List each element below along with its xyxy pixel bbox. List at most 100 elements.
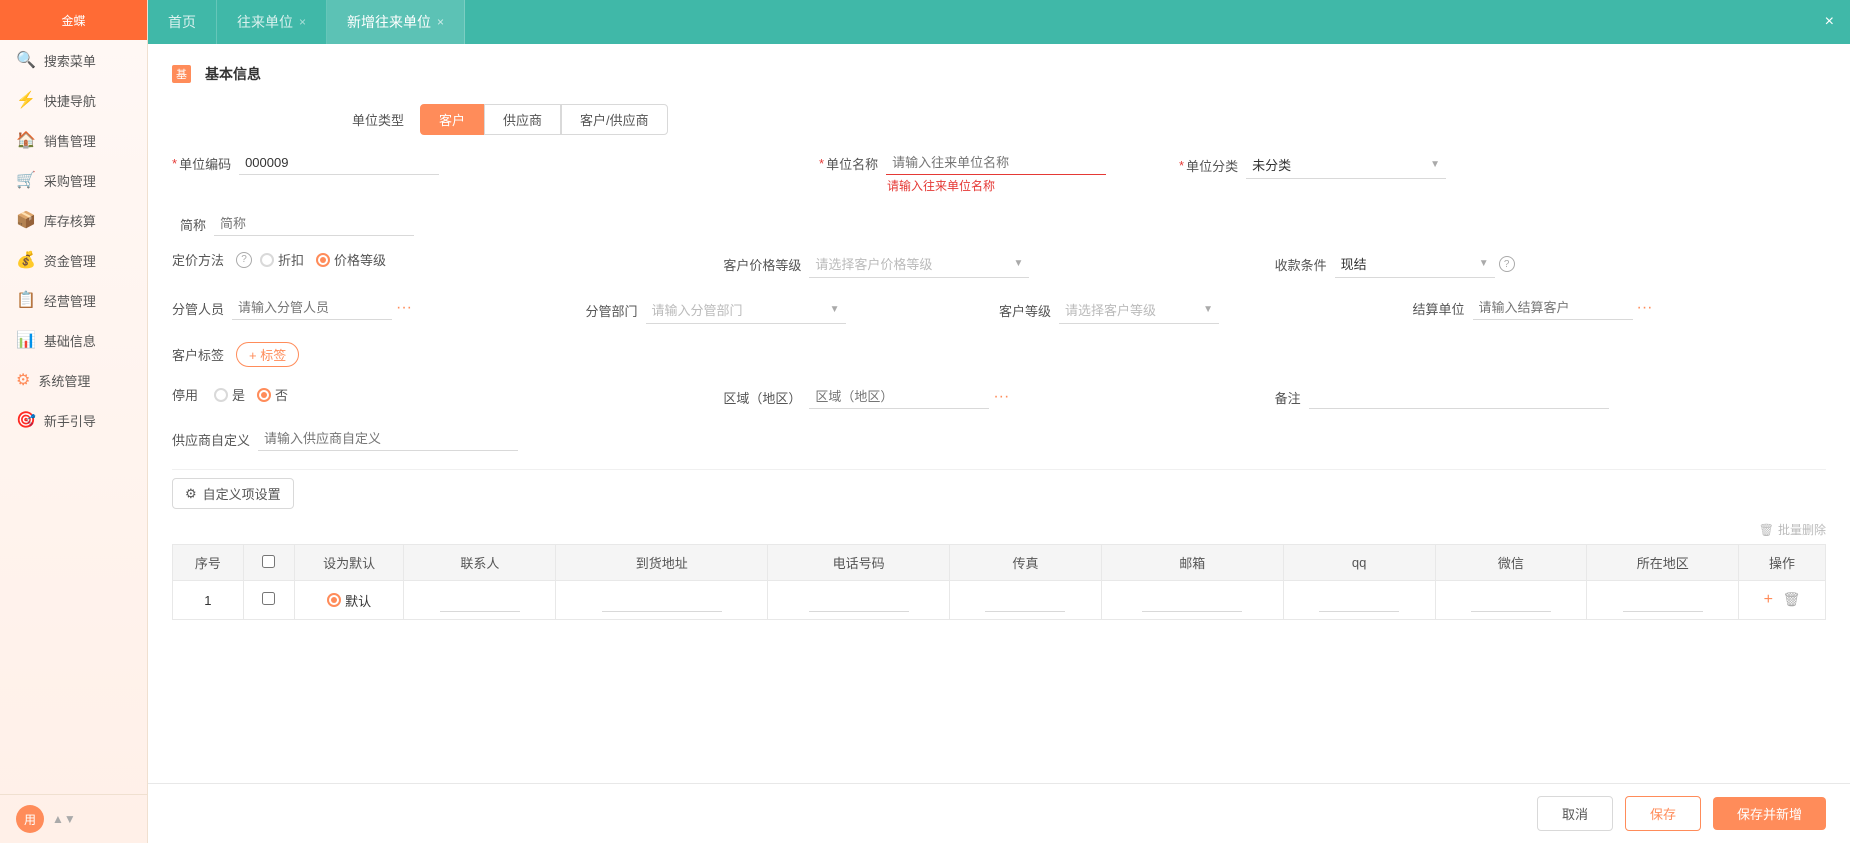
row-wechat-input[interactable]: [1471, 588, 1551, 612]
row-region-input[interactable]: [1623, 588, 1703, 612]
alias-input[interactable]: [214, 212, 414, 236]
add-tag-button[interactable]: + 标签: [236, 342, 299, 367]
supplier-custom-label: 供应商自定义: [172, 430, 250, 449]
cancel-button[interactable]: 取消: [1537, 796, 1613, 831]
col-contact: 联系人: [404, 545, 556, 581]
row-pricing: 定价方法 ? 折扣 价格等级 客户价格等级 请选择客户价格等级: [172, 250, 1826, 278]
sidebar-item-newbie[interactable]: 🎯 新手引导: [0, 400, 147, 440]
section-title: 基本信息: [205, 64, 261, 84]
unit-category-value: 未分类: [1252, 155, 1291, 174]
radio-discount[interactable]: 折扣: [260, 250, 304, 269]
remark-input[interactable]: [1309, 385, 1609, 409]
save-new-button[interactable]: 保存并新增: [1713, 797, 1826, 830]
radio-discount-label: 折扣: [278, 250, 304, 269]
custom-settings-button[interactable]: ⚙ 自定义项设置: [172, 478, 294, 509]
section-divider: [172, 469, 1826, 470]
sidebar-item-quicknav[interactable]: ⚡ 快捷导航: [0, 80, 147, 120]
footer-bar: 取消 保存 保存并新增: [148, 783, 1850, 843]
col-qq: qq: [1283, 545, 1435, 581]
batch-delete-label: 批量删除: [1778, 521, 1826, 538]
section-header: 基 基本信息: [172, 64, 1826, 84]
row-qq-input[interactable]: [1319, 588, 1399, 612]
row-customer-tag: 客户标签 + 标签: [172, 342, 1826, 367]
sidebar-item-sales[interactable]: 🏠 销售管理: [0, 120, 147, 160]
row-address-input[interactable]: [602, 588, 722, 612]
radio-no[interactable]: 否: [257, 385, 288, 404]
department-select[interactable]: 请输入分管部门 ▼: [646, 296, 846, 324]
row-delete-button[interactable]: 🗑: [1783, 591, 1801, 607]
row-phone-input[interactable]: [809, 588, 909, 612]
unit-category-group: * 单位分类 未分类 ▼: [1179, 151, 1826, 179]
pricing-help-icon[interactable]: ?: [236, 252, 252, 268]
customer-level-label: 客户等级: [999, 301, 1051, 320]
dropdown-arrow: ▼: [1430, 159, 1440, 170]
gear-icon2: ⚙: [185, 486, 197, 502]
customer-level-group: 客户等级 请选择客户等级 ▼: [999, 296, 1413, 324]
btn-customer[interactable]: 客户: [420, 104, 484, 135]
payment-help-icon[interactable]: ?: [1499, 256, 1515, 272]
remark-label: 备注: [1275, 388, 1301, 407]
tab-bar: 首页 往来单位 × 新增往来单位 × ×: [148, 0, 1850, 44]
select-all-checkbox[interactable]: [262, 555, 275, 568]
header-row: 序号 设为默认 联系人 到货地址 电话号码 传真 邮箱 qq 微信 所在地区 操…: [173, 545, 1826, 581]
tab-contacts-close[interactable]: ×: [299, 15, 306, 29]
sidebar-item-search[interactable]: 🔍 搜索菜单: [0, 40, 147, 80]
alias-label: 简称: [180, 215, 206, 234]
row-phone-cell: [768, 581, 950, 620]
unit-type-group: 单位类型 客户 供应商 客户/供应商: [352, 104, 1826, 135]
remark-group: 备注: [1275, 385, 1826, 409]
sidebar-item-system[interactable]: ⚙ 系统管理: [0, 360, 147, 400]
sidebar-item-inventory[interactable]: 📦 库存核算: [0, 200, 147, 240]
radio-no-label: 否: [275, 385, 288, 404]
save-button[interactable]: 保存: [1625, 796, 1701, 831]
row-email-input[interactable]: [1142, 588, 1242, 612]
customer-price-level-select[interactable]: 请选择客户价格等级 ▼: [809, 250, 1029, 278]
region-input[interactable]: [809, 385, 989, 409]
sidebar-item-label: 销售管理: [44, 131, 96, 150]
radio-no-circle: [257, 388, 271, 402]
supervisor-ellipsis[interactable]: ···: [392, 299, 416, 317]
row-index: 1: [173, 581, 244, 620]
supplier-custom-input[interactable]: [258, 427, 518, 451]
unit-category-select[interactable]: 未分类 ▼: [1246, 151, 1446, 179]
row-checkbox[interactable]: [262, 592, 275, 605]
required-star-name: *: [819, 156, 824, 171]
tab-new-contact-close[interactable]: ×: [437, 15, 444, 29]
close-all-button[interactable]: ×: [1809, 13, 1850, 31]
customer-level-select[interactable]: 请选择客户等级 ▼: [1059, 296, 1219, 324]
region-ellipsis[interactable]: ···: [989, 388, 1013, 406]
radio-yes[interactable]: 是: [214, 385, 245, 404]
sidebar-item-purchase[interactable]: 🛒 采购管理: [0, 160, 147, 200]
unit-name-input[interactable]: [886, 151, 1106, 175]
target-icon: 🎯: [16, 410, 36, 430]
tab-new-contact[interactable]: 新增往来单位 ×: [327, 0, 465, 44]
unit-code-group: * 单位编码: [172, 151, 819, 175]
btn-both[interactable]: 客户/供应商: [561, 104, 668, 135]
row-default-radio[interactable]: 默认: [305, 591, 394, 610]
btn-supplier[interactable]: 供应商: [484, 104, 561, 135]
settlement-ellipsis[interactable]: ···: [1633, 299, 1657, 317]
table-body: 1 默认: [173, 581, 1826, 620]
sidebar-item-label: 搜索菜单: [44, 51, 96, 70]
radio-price-level[interactable]: 价格等级: [316, 250, 386, 269]
row-email-cell: [1101, 581, 1283, 620]
money-icon: 💰: [16, 250, 36, 270]
batch-delete-icon: 🗑: [1759, 523, 1774, 537]
sidebar-item-basicinfo[interactable]: 📊 基础信息: [0, 320, 147, 360]
settlement-unit-input[interactable]: [1473, 296, 1633, 320]
supervisor-group: 分管人员 ···: [172, 296, 586, 320]
supervisor-input[interactable]: [232, 296, 392, 320]
unit-code-input[interactable]: [239, 151, 439, 175]
row-disabled-region: 停用 是 否 区域（地区） ···: [172, 385, 1826, 409]
payment-terms-select[interactable]: 现结 ▼: [1335, 250, 1495, 278]
settlement-unit-label: 结算单位: [1413, 299, 1465, 318]
row-contact-input[interactable]: [440, 588, 520, 612]
tab-contacts[interactable]: 往来单位 ×: [217, 0, 327, 44]
row-fax-input[interactable]: [985, 588, 1065, 612]
unit-code-label: 单位编码: [179, 154, 231, 173]
tab-home[interactable]: 首页: [148, 0, 217, 44]
row-add-button[interactable]: +: [1764, 591, 1773, 608]
sidebar-item-finance[interactable]: 💰 资金管理: [0, 240, 147, 280]
sidebar-item-operations[interactable]: 📋 经营管理: [0, 280, 147, 320]
table-row: 1 默认: [173, 581, 1826, 620]
